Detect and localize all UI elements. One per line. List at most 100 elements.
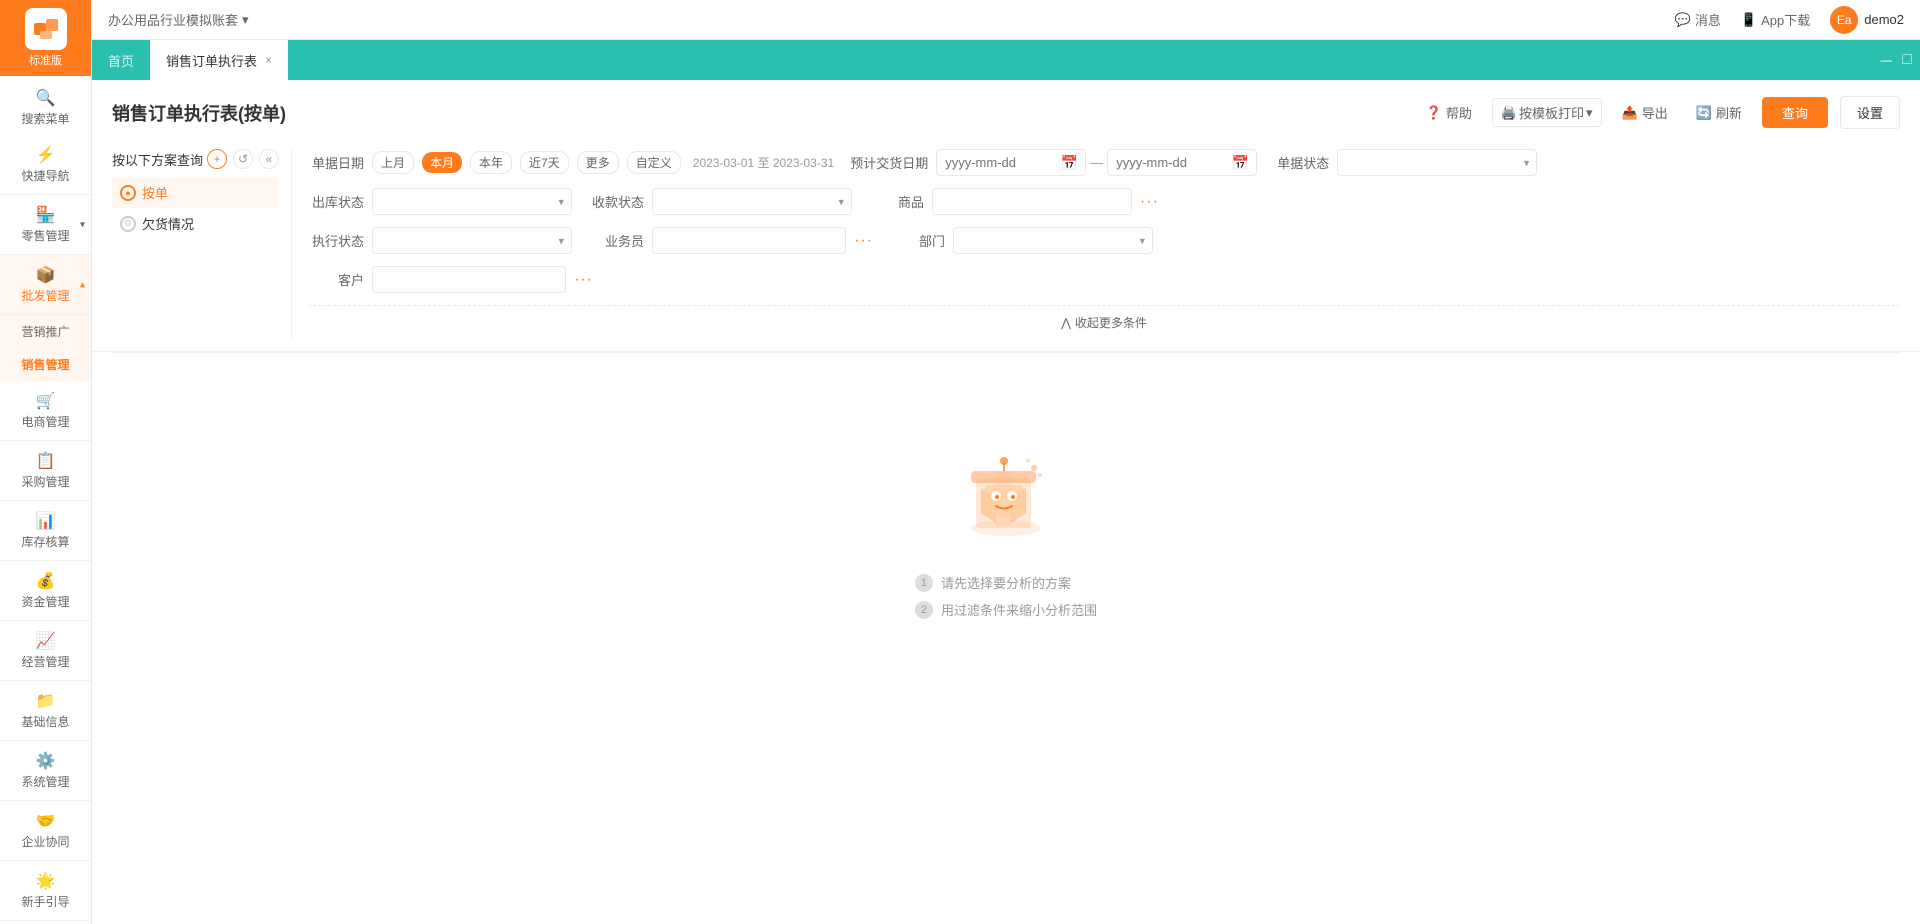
date-prev-month[interactable]: 上月 bbox=[372, 151, 414, 174]
tab-close-button[interactable]: × bbox=[265, 53, 272, 67]
operations-icon: 📈 bbox=[36, 631, 56, 651]
export-label: 导出 bbox=[1642, 103, 1668, 122]
collapse-more-button[interactable]: ⋀ 收起更多条件 bbox=[308, 305, 1900, 339]
date-custom[interactable]: 自定义 bbox=[627, 151, 681, 174]
field-doc-status: 单据状态 草稿 已提交 已审批 bbox=[1273, 149, 1537, 176]
goods-more-icon[interactable]: ··· bbox=[1140, 193, 1159, 211]
shipment-status-select[interactable]: 未出库 部分出库 已出库 bbox=[372, 188, 572, 215]
breadcrumb-text: 办公用品行业模拟账套 bbox=[108, 10, 238, 29]
exec-select-wrap: 执行中 已完成 已终止 bbox=[372, 227, 572, 254]
sidebar-item-inventory[interactable]: 📊 库存核算 bbox=[0, 501, 91, 561]
sidebar-item-newbie[interactable]: 🌟 新手引导 bbox=[0, 861, 91, 921]
tab-minimize-button[interactable]: － bbox=[1878, 48, 1894, 72]
finance-icon: 💰 bbox=[36, 571, 56, 591]
page-actions: ❓ 帮助 🖨️ 按模板打印 ▾ 📤 导出 🔄 刷新 bbox=[1418, 96, 1900, 129]
sidebar-item-wholesale[interactable]: 📦 批发管理 ▴ bbox=[0, 255, 91, 315]
filter-row-1: 单据日期 上月 本月 本年 近7天 更多 自定义 2023-03-01 至 20… bbox=[308, 149, 1900, 176]
sidebar-item-enterprise[interactable]: 🤝 企业协同 bbox=[0, 801, 91, 861]
enterprise-label: 企业协同 bbox=[21, 833, 69, 850]
wholesale-arrow: ▴ bbox=[80, 279, 85, 290]
refresh-scheme-button[interactable]: ↺ bbox=[233, 149, 253, 169]
sidebar-item-retail[interactable]: 🏪 零售管理 ▾ bbox=[0, 195, 91, 255]
refresh-button[interactable]: 🔄 刷新 bbox=[1688, 99, 1750, 126]
logo-area[interactable]: 标准版 bbox=[0, 0, 91, 76]
sidebar-item-marketing[interactable]: 营销推广 bbox=[0, 315, 91, 348]
tab-maximize-button[interactable]: □ bbox=[1902, 51, 1912, 69]
receipt-select-wrap: 未收款 部分收款 已收款 bbox=[652, 188, 852, 215]
download-icon: 📱 bbox=[1741, 12, 1757, 28]
app-download-button[interactable]: 📱 App下载 bbox=[1741, 10, 1810, 29]
filter-row-2: 出库状态 未出库 部分出库 已出库 bbox=[308, 188, 1900, 215]
user-name: demo2 bbox=[1864, 12, 1904, 27]
sidebar-item-purchase[interactable]: 📋 采购管理 bbox=[0, 441, 91, 501]
add-scheme-button[interactable]: + bbox=[207, 149, 227, 169]
date-range-text: 2023-03-01 至 2023-03-31 bbox=[693, 154, 834, 171]
message-button[interactable]: 💬 消息 bbox=[1675, 10, 1721, 29]
receipt-status-select[interactable]: 未收款 部分收款 已收款 bbox=[652, 188, 852, 215]
export-button[interactable]: 📤 导出 bbox=[1614, 99, 1676, 126]
date-end-calendar-icon: 📅 bbox=[1232, 154, 1249, 171]
sidebar-item-operations[interactable]: 📈 经营管理 bbox=[0, 621, 91, 681]
logo-icon bbox=[25, 8, 67, 50]
avatar-text: Ea bbox=[1837, 13, 1852, 27]
breadcrumb-dropdown-icon[interactable]: ▾ bbox=[242, 12, 249, 28]
salesman-input[interactable] bbox=[652, 227, 846, 254]
doc-status-select-wrap: 草稿 已提交 已审批 bbox=[1337, 149, 1537, 176]
field-receipt-status: 收款状态 未收款 部分收款 已收款 bbox=[588, 188, 852, 215]
dept-select[interactable] bbox=[953, 227, 1153, 254]
search-area[interactable]: 🔍 搜索菜单 bbox=[0, 76, 91, 135]
field-exec-status: 执行状态 执行中 已完成 已终止 bbox=[308, 227, 572, 254]
customer-input[interactable] bbox=[372, 266, 566, 293]
home-tab-label: 首页 bbox=[108, 51, 134, 70]
customer-label: 客户 bbox=[308, 270, 364, 289]
collapse-scheme-button[interactable]: « bbox=[259, 149, 279, 169]
scheme-item-shortage[interactable]: ⚙ 欠货情况 bbox=[112, 208, 279, 239]
query-button[interactable]: 查询 bbox=[1762, 97, 1828, 128]
filter-layout: 按以下方案查询 + ↺ « ● 按单 ⚙ bbox=[112, 149, 1900, 339]
print-label: 按模板打印 bbox=[1519, 103, 1584, 122]
logo-text: 标准版 bbox=[29, 52, 62, 68]
content-inner: 销售订单执行表(按单) ❓ 帮助 🖨️ 按模板打印 ▾ 📤 导出 bbox=[92, 80, 1920, 924]
marketing-label: 营销推广 bbox=[21, 323, 69, 340]
sales-mgmt-label: 销售管理 bbox=[21, 356, 69, 373]
newbie-icon: 🌟 bbox=[36, 871, 56, 891]
sidebar-item-finance[interactable]: 💰 资金管理 bbox=[0, 561, 91, 621]
date-current-year[interactable]: 本年 bbox=[470, 151, 512, 174]
retail-arrow: ▾ bbox=[80, 219, 85, 230]
exec-status-label: 执行状态 bbox=[308, 231, 364, 250]
date-start-calendar-icon: 📅 bbox=[1061, 154, 1078, 171]
field-doc-date: 单据日期 上月 本月 本年 近7天 更多 自定义 2023-03-01 至 20… bbox=[308, 151, 834, 174]
sidebar-item-shortcuts[interactable]: ⚡ 快捷导航 bbox=[0, 135, 91, 195]
tab-sales-execution[interactable]: 销售订单执行表 × bbox=[150, 40, 288, 80]
sidebar-item-system[interactable]: ⚙️ 系统管理 bbox=[0, 741, 91, 801]
field-dept: 部门 bbox=[889, 227, 1153, 254]
tip-num-2: 2 bbox=[915, 601, 933, 619]
goods-input[interactable] bbox=[932, 188, 1132, 215]
customer-more-icon[interactable]: ··· bbox=[574, 271, 593, 289]
tab-home[interactable]: 首页 bbox=[92, 40, 150, 80]
date-more[interactable]: 更多 bbox=[577, 151, 619, 174]
date-current-month[interactable]: 本月 bbox=[422, 152, 462, 173]
salesman-more-icon[interactable]: ··· bbox=[854, 232, 873, 250]
wholesale-submenu: 营销推广 销售管理 bbox=[0, 315, 91, 381]
content-area: 销售订单执行表(按单) ❓ 帮助 🖨️ 按模板打印 ▾ 📤 导出 bbox=[92, 80, 1920, 924]
scheme-shortage-label: 欠货情况 bbox=[142, 214, 194, 233]
tabbar: 首页 销售订单执行表 × － □ bbox=[92, 40, 1920, 80]
search-button[interactable]: 🔍 搜索菜单 bbox=[6, 84, 85, 131]
settings-button[interactable]: 设置 bbox=[1840, 96, 1900, 129]
user-menu[interactable]: Ea demo2 bbox=[1830, 6, 1904, 34]
date-last7[interactable]: 近7天 bbox=[520, 151, 569, 174]
exec-status-select[interactable]: 执行中 已完成 已终止 bbox=[372, 227, 572, 254]
sidebar: 标准版 🔍 搜索菜单 ⚡ 快捷导航 🏪 零售管理 ▾ 📦 批发管理 ▴ 营销推广… bbox=[0, 0, 92, 924]
print-button[interactable]: 🖨️ 按模板打印 ▾ bbox=[1492, 98, 1602, 127]
sidebar-item-basics[interactable]: 📁 基础信息 bbox=[0, 681, 91, 741]
doc-status-select[interactable]: 草稿 已提交 已审批 bbox=[1337, 149, 1537, 176]
tabbar-right: － □ bbox=[1878, 48, 1920, 72]
enterprise-icon: 🤝 bbox=[36, 811, 56, 831]
topbar-left: 办公用品行业模拟账套 ▾ bbox=[108, 10, 249, 29]
sidebar-item-ecommerce[interactable]: 🛒 电商管理 bbox=[0, 381, 91, 441]
scheme-item-order[interactable]: ● 按单 bbox=[112, 177, 279, 208]
help-button[interactable]: ❓ 帮助 bbox=[1418, 99, 1480, 126]
shipment-select-wrap: 未出库 部分出库 已出库 bbox=[372, 188, 572, 215]
sidebar-item-sales-mgmt[interactable]: 销售管理 bbox=[0, 348, 91, 381]
